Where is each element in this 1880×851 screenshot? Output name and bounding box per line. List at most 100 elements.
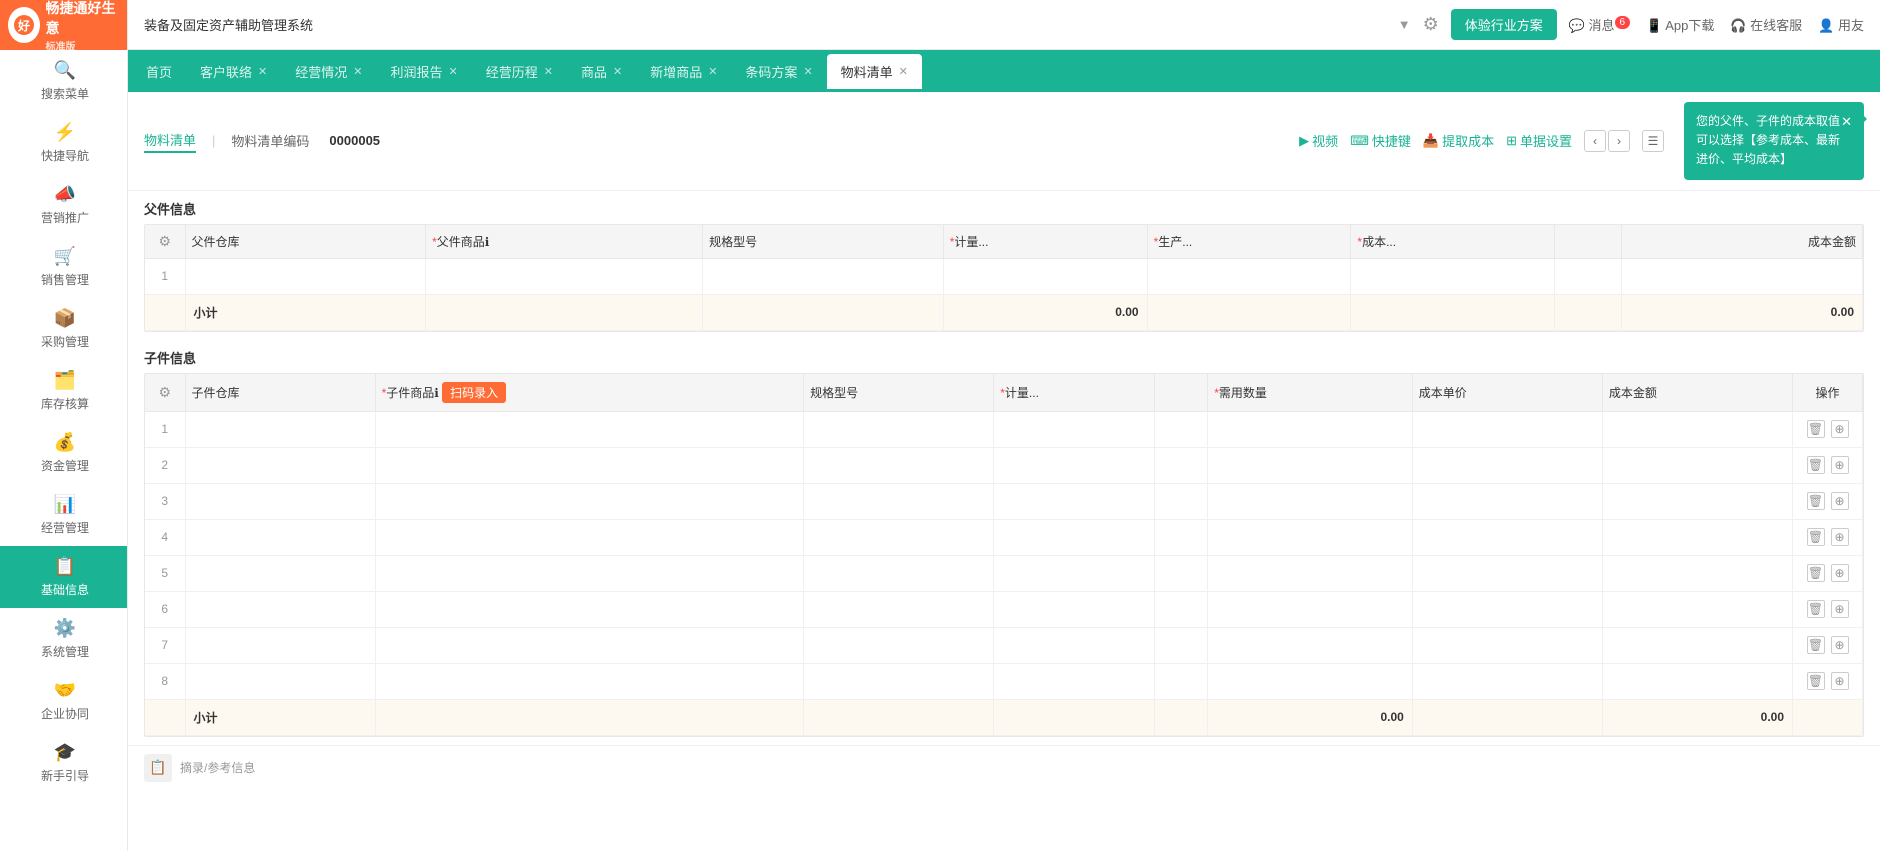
child-cell-unit-cost-3[interactable] — [1412, 519, 1602, 555]
sidebar-item-search[interactable]: 🔍 搜索菜单 — [0, 50, 127, 112]
child-cell-unit-cost-2[interactable] — [1412, 483, 1602, 519]
copy-icon-6[interactable]: ⊕ — [1831, 636, 1849, 654]
child-cell-warehouse-1[interactable] — [185, 447, 375, 483]
child-cell-product-2[interactable] — [375, 483, 804, 519]
experience-btn[interactable]: 体验行业方案 — [1451, 9, 1557, 40]
nav-tab-5[interactable]: 商品✕ — [567, 54, 636, 89]
nav-tab-8[interactable]: 物料清单✕ — [827, 54, 922, 89]
single-settings-action[interactable]: ⊞ 单据设置 — [1506, 131, 1572, 150]
child-cell-product-0[interactable] — [375, 411, 804, 447]
child-cell-spec-0[interactable] — [804, 411, 994, 447]
nav-tab-7[interactable]: 条码方案✕ — [731, 54, 826, 89]
extract-cost-action[interactable]: 📥 提取成本 — [1423, 131, 1494, 150]
copy-icon-2[interactable]: ⊕ — [1831, 492, 1849, 510]
child-cell-unit-7[interactable] — [994, 663, 1155, 699]
child-cell-warehouse-4[interactable] — [185, 555, 375, 591]
sidebar-item-sales[interactable]: 🛒 销售管理 — [0, 236, 127, 298]
user-menu[interactable]: 👤 用友 — [1818, 15, 1864, 34]
child-cell-unit-4[interactable] — [994, 555, 1155, 591]
child-cell-spec-3[interactable] — [804, 519, 994, 555]
child-cell-product-3[interactable] — [375, 519, 804, 555]
child-cell-qty-7[interactable] — [1208, 663, 1413, 699]
child-cell-unit-3[interactable] — [994, 519, 1155, 555]
child-cell-qty-2[interactable] — [1208, 483, 1413, 519]
child-cell-unit-1[interactable] — [994, 447, 1155, 483]
child-cell-warehouse-5[interactable] — [185, 591, 375, 627]
parent-cell-cost[interactable] — [1351, 258, 1555, 294]
child-cell-spec-4[interactable] — [804, 555, 994, 591]
settings-icon[interactable]: ⚙ — [1423, 14, 1439, 35]
nav-tab-close-7[interactable]: ✕ — [803, 65, 812, 78]
sidebar-item-marketing[interactable]: 📣 营销推广 — [0, 174, 127, 236]
delete-icon-7[interactable]: 🗑 — [1807, 672, 1825, 690]
sidebar-item-basic[interactable]: 📋 基础信息 — [0, 546, 127, 608]
sidebar-item-guide[interactable]: 🎓 新手引导 — [0, 732, 127, 794]
child-col-settings-icon[interactable]: ⚙ — [158, 384, 171, 400]
nav-tab-1[interactable]: 客户联络✕ — [186, 54, 281, 89]
child-cell-unit-cost-1[interactable] — [1412, 447, 1602, 483]
nav-tab-close-2[interactable]: ✕ — [353, 65, 362, 78]
nav-tab-4[interactable]: 经营历程✕ — [472, 54, 567, 89]
sidebar-item-finance[interactable]: 💰 资金管理 — [0, 422, 127, 484]
copy-icon-3[interactable]: ⊕ — [1831, 528, 1849, 546]
sub-tab-bill[interactable]: 物料清单 — [144, 128, 196, 153]
copy-icon-4[interactable]: ⊕ — [1831, 564, 1849, 582]
sidebar-item-inventory[interactable]: 🗂️ 库存核算 — [0, 360, 127, 422]
child-cell-spec-1[interactable] — [804, 447, 994, 483]
delete-icon-6[interactable]: 🗑 — [1807, 636, 1825, 654]
child-cell-product-5[interactable] — [375, 591, 804, 627]
child-cell-qty-0[interactable] — [1208, 411, 1413, 447]
child-cell-spec-6[interactable] — [804, 627, 994, 663]
child-cell-product-7[interactable] — [375, 663, 804, 699]
delete-icon-4[interactable]: 🗑 — [1807, 564, 1825, 582]
message-link[interactable]: 💬 消息6 — [1569, 15, 1630, 34]
delete-icon-1[interactable]: 🗑 — [1807, 456, 1825, 474]
child-cell-unit-cost-7[interactable] — [1412, 663, 1602, 699]
parent-cell-spec[interactable] — [703, 258, 944, 294]
prev-arrow[interactable]: ‹ — [1584, 130, 1606, 152]
child-cell-product-1[interactable] — [375, 447, 804, 483]
scan-btn[interactable]: 扫码录入 — [442, 382, 506, 403]
nav-tab-close-3[interactable]: ✕ — [449, 65, 458, 78]
child-cell-spec-2[interactable] — [804, 483, 994, 519]
parent-cell-unit[interactable] — [943, 258, 1147, 294]
parent-cell-product[interactable] — [426, 258, 703, 294]
child-cell-unit-0[interactable] — [994, 411, 1155, 447]
child-cell-spec-7[interactable] — [804, 663, 994, 699]
nav-tab-close-8[interactable]: ✕ — [899, 65, 908, 78]
child-cell-qty-3[interactable] — [1208, 519, 1413, 555]
delete-icon-0[interactable]: 🗑 — [1807, 420, 1825, 438]
bottom-icon[interactable]: 📋 — [144, 754, 172, 782]
child-cell-warehouse-7[interactable] — [185, 663, 375, 699]
parent-cell-produce[interactable] — [1147, 258, 1351, 294]
nav-tab-close-5[interactable]: ✕ — [613, 65, 622, 78]
child-cell-unit-2[interactable] — [994, 483, 1155, 519]
list-view-btn[interactable]: ☰ — [1642, 130, 1664, 152]
nav-tab-close-6[interactable]: ✕ — [708, 65, 717, 78]
child-cell-unit-cost-4[interactable] — [1412, 555, 1602, 591]
child-cell-qty-5[interactable] — [1208, 591, 1413, 627]
nav-tab-close-4[interactable]: ✕ — [544, 65, 553, 78]
app-download-link[interactable]: 📱 App下载 — [1646, 15, 1714, 34]
sidebar-item-system[interactable]: ⚙️ 系统管理 — [0, 608, 127, 670]
col-settings-icon[interactable]: ⚙ — [158, 233, 171, 249]
nav-tab-3[interactable]: 利润报告✕ — [376, 54, 471, 89]
online-service-link[interactable]: 🎧 在线客服 — [1730, 15, 1802, 34]
sidebar-item-enterprise[interactable]: 🤝 企业协同 — [0, 670, 127, 732]
shortcut-action[interactable]: ⌨ 快捷键 — [1350, 131, 1411, 150]
child-cell-product-4[interactable] — [375, 555, 804, 591]
child-cell-unit-cost-6[interactable] — [1412, 627, 1602, 663]
parent-cell-warehouse[interactable] — [185, 258, 426, 294]
tooltip-close[interactable]: ✕ — [1841, 112, 1852, 133]
child-cell-warehouse-6[interactable] — [185, 627, 375, 663]
nav-tab-close-1[interactable]: ✕ — [258, 65, 267, 78]
copy-icon-0[interactable]: ⊕ — [1831, 420, 1849, 438]
copy-icon-5[interactable]: ⊕ — [1831, 600, 1849, 618]
child-cell-warehouse-2[interactable] — [185, 483, 375, 519]
next-arrow[interactable]: › — [1608, 130, 1630, 152]
child-cell-qty-1[interactable] — [1208, 447, 1413, 483]
child-cell-spec-5[interactable] — [804, 591, 994, 627]
view-action[interactable]: ▶ 视频 — [1299, 131, 1338, 150]
sidebar-item-purchase[interactable]: 📦 采购管理 — [0, 298, 127, 360]
nav-tab-0[interactable]: 首页 — [132, 54, 186, 89]
